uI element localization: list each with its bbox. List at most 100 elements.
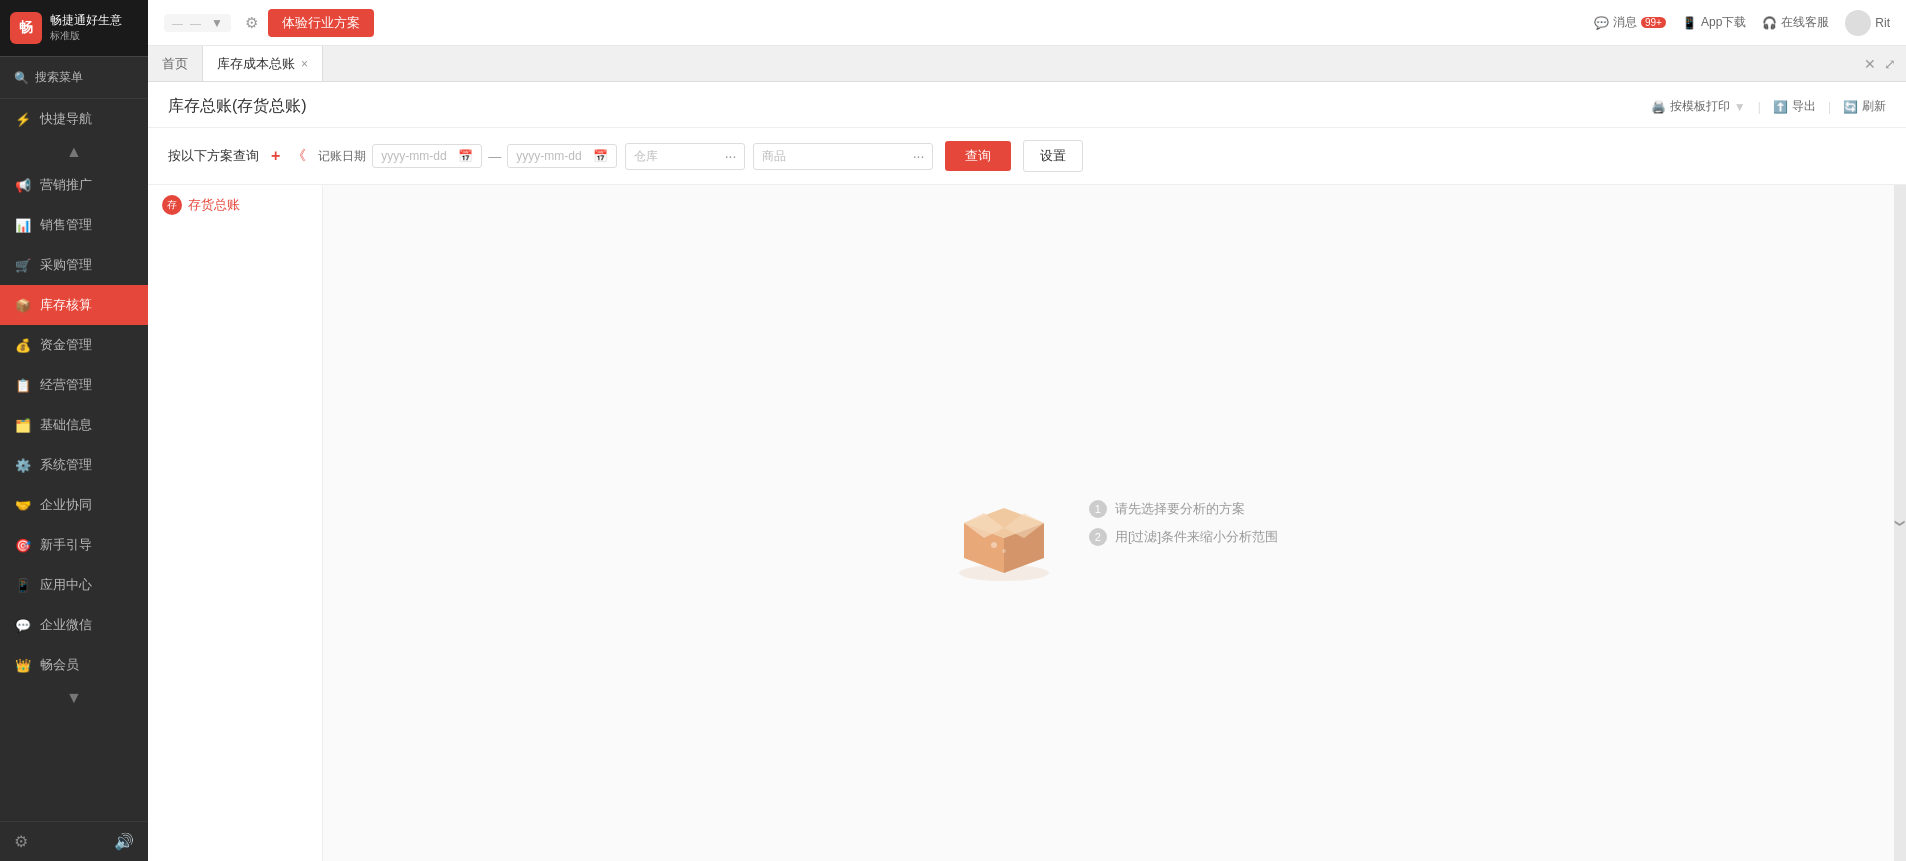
sidebar-nav: ⚡ 快捷导航 ▲ 📢 营销推广 📊 销售管理 🛒 采购管理 📦 库存核算 💰 资… — [0, 99, 148, 821]
export-label: 导出 — [1792, 98, 1816, 115]
message-action[interactable]: 💬 消息 99+ — [1594, 14, 1666, 31]
sidebar-item-wechat[interactable]: 💬 企业微信 — [0, 605, 148, 645]
sidebar-item-label: 畅会员 — [40, 656, 79, 674]
sales-icon: 📊 — [14, 216, 32, 234]
sidebar-item-inventory[interactable]: 📦 库存核算 — [0, 285, 148, 325]
svg-point-6 — [991, 542, 997, 548]
filter-bar: 按以下方案查询 + 《 记账日期 yyyy-mm-dd 📅 — yyyy-mm-… — [148, 128, 1906, 185]
sidebar-item-label: 新手引导 — [40, 536, 92, 554]
print-dropdown-icon[interactable]: ▼ — [1734, 100, 1746, 114]
user-name: Rit — [1875, 16, 1890, 30]
app-name: 畅捷通好生意 — [50, 13, 122, 29]
sidebar-item-finance[interactable]: 💰 资金管理 — [0, 325, 148, 365]
empty-illustration — [939, 463, 1059, 583]
message-icon: 💬 — [1594, 16, 1609, 30]
sidebar-item-collab[interactable]: 🤝 企业协同 — [0, 485, 148, 525]
search-menu-button[interactable]: 🔍 搜索菜单 — [10, 65, 138, 90]
refresh-label: 刷新 — [1862, 98, 1886, 115]
scheme-item-label: 存货总账 — [188, 196, 240, 214]
tab-active-label: 库存成本总账 — [217, 55, 295, 73]
printer-icon: 🖨️ — [1651, 100, 1666, 114]
chevron-up-icon: ▲ — [66, 143, 82, 161]
calendar-icon-end: 📅 — [593, 149, 608, 163]
tab-inventory-ledger[interactable]: 库存成本总账 × — [203, 46, 323, 81]
sidebar-item-label: 经营管理 — [40, 376, 92, 394]
appstore-icon: 📱 — [14, 576, 32, 594]
quicknav-icon: ⚡ — [14, 110, 32, 128]
sidebar-item-vip[interactable]: 👑 畅会员 — [0, 645, 148, 685]
system-icon: ⚙️ — [14, 456, 32, 474]
sidebar-item-guide[interactable]: 🎯 新手引导 — [0, 525, 148, 565]
date-separator: — — [488, 149, 501, 164]
message-label: 消息 — [1613, 14, 1637, 31]
date-start-input[interactable]: yyyy-mm-dd 📅 — [372, 144, 482, 168]
right-collapse-handle[interactable]: ❯ — [1894, 185, 1906, 861]
warehouse-filter[interactable]: 仓库 ··· — [625, 143, 745, 170]
sidebar-item-label: 销售管理 — [40, 216, 92, 234]
scheme-item-inventory[interactable]: 存 存货总账 — [148, 185, 322, 225]
filter-settings-button[interactable]: 设置 — [1023, 140, 1083, 172]
refresh-action[interactable]: 🔄 刷新 — [1843, 98, 1886, 115]
app-download-action[interactable]: 📱 App下载 — [1682, 14, 1746, 31]
scroll-down-btn[interactable]: ▼ — [0, 685, 148, 711]
operation-icon: 📋 — [14, 376, 32, 394]
main-area: — — ▼ ⚙ 体验行业方案 💬 消息 99+ 📱 App下载 🎧 在线客服 R… — [148, 0, 1906, 861]
sidebar-item-quicknav[interactable]: ⚡ 快捷导航 — [0, 99, 148, 139]
date-end-input[interactable]: yyyy-mm-dd 📅 — [507, 144, 617, 168]
export-action[interactable]: ⬆️ 导出 — [1773, 98, 1816, 115]
refresh-icon: 🔄 — [1843, 100, 1858, 114]
query-button[interactable]: 查询 — [945, 141, 1011, 171]
app-sub: 标准版 — [50, 29, 122, 43]
empty-state: 1 请先选择要分析的方案 2 用[过滤]条件来缩小分析范围 — [939, 463, 1278, 583]
industry-solution-button[interactable]: 体验行业方案 — [268, 9, 374, 37]
filter-collapse-button[interactable]: 《 — [292, 147, 306, 165]
sound-icon[interactable]: 🔊 — [114, 832, 134, 851]
sidebar-item-label: 基础信息 — [40, 416, 92, 434]
sidebar-item-label: 系统管理 — [40, 456, 92, 474]
headset-icon: 🎧 — [1762, 16, 1777, 30]
sidebar-item-basic[interactable]: 🗂️ 基础信息 — [0, 405, 148, 445]
sidebar-item-system[interactable]: ⚙️ 系统管理 — [0, 445, 148, 485]
online-service-action[interactable]: 🎧 在线客服 — [1762, 14, 1829, 31]
scheme-item-icon: 存 — [162, 195, 182, 215]
marketing-icon: 📢 — [14, 176, 32, 194]
tab-close-icon[interactable]: × — [301, 57, 308, 71]
scroll-up-btn[interactable]: ▲ — [0, 139, 148, 165]
sidebar-item-purchase[interactable]: 🛒 采购管理 — [0, 245, 148, 285]
sidebar-item-label: 采购管理 — [40, 256, 92, 274]
tip-text-2: 用[过滤]条件来缩小分析范围 — [1115, 528, 1278, 546]
print-template-label: 按模板打印 — [1670, 98, 1730, 115]
sidebar-search-area[interactable]: 🔍 搜索菜单 — [0, 57, 148, 99]
sidebar-item-label: 应用中心 — [40, 576, 92, 594]
page-header: 库存总账(存货总账) 🖨️ 按模板打印 ▼ | ⬆️ 导出 | 🔄 刷新 — [148, 82, 1906, 128]
app-title: 畅捷通好生意 标准版 — [50, 13, 122, 43]
online-service-label: 在线客服 — [1781, 14, 1829, 31]
print-template-action[interactable]: 🖨️ 按模板打印 ▼ — [1651, 98, 1746, 115]
topbar-settings-icon[interactable]: ⚙ — [245, 14, 258, 32]
sidebar-item-appstore[interactable]: 📱 应用中心 — [0, 565, 148, 605]
tab-expand-icon[interactable]: ⤢ — [1884, 56, 1896, 72]
sidebar: 畅 畅捷通好生意 标准版 🔍 搜索菜单 ⚡ 快捷导航 ▲ 📢 营销推广 📊 销售… — [0, 0, 148, 861]
tab-home[interactable]: 首页 — [148, 46, 203, 81]
breadcrumb-dropdown-icon[interactable]: ▼ — [211, 16, 223, 30]
collapse-icon: ❯ — [1895, 519, 1906, 527]
tab-close-all-icon[interactable]: ✕ — [1864, 56, 1876, 72]
page-actions: 🖨️ 按模板打印 ▼ | ⬆️ 导出 | 🔄 刷新 — [1651, 98, 1886, 115]
date-end-placeholder: yyyy-mm-dd — [516, 149, 581, 163]
tip-num-1: 1 — [1089, 500, 1107, 518]
empty-tip-2: 2 用[过滤]条件来缩小分析范围 — [1089, 528, 1278, 546]
sidebar-item-operation[interactable]: 📋 经营管理 — [0, 365, 148, 405]
settings-icon[interactable]: ⚙ — [14, 832, 28, 851]
warehouse-label: 仓库 — [634, 148, 658, 165]
filter-add-button[interactable]: + — [271, 147, 280, 165]
main-empty-area: 1 请先选择要分析的方案 2 用[过滤]条件来缩小分析范围 — [323, 185, 1894, 861]
user-area[interactable]: Rit — [1845, 10, 1890, 36]
product-filter[interactable]: 商品 ··· — [753, 143, 933, 170]
scheme-sidebar: 存 存货总账 — [148, 185, 323, 861]
sidebar-item-sales[interactable]: 📊 销售管理 — [0, 205, 148, 245]
sidebar-item-marketing[interactable]: 📢 营销推广 — [0, 165, 148, 205]
export-icon: ⬆️ — [1773, 100, 1788, 114]
vip-icon: 👑 — [14, 656, 32, 674]
tabbar-right-actions: ✕ ⤢ — [1854, 56, 1906, 72]
basic-icon: 🗂️ — [14, 416, 32, 434]
